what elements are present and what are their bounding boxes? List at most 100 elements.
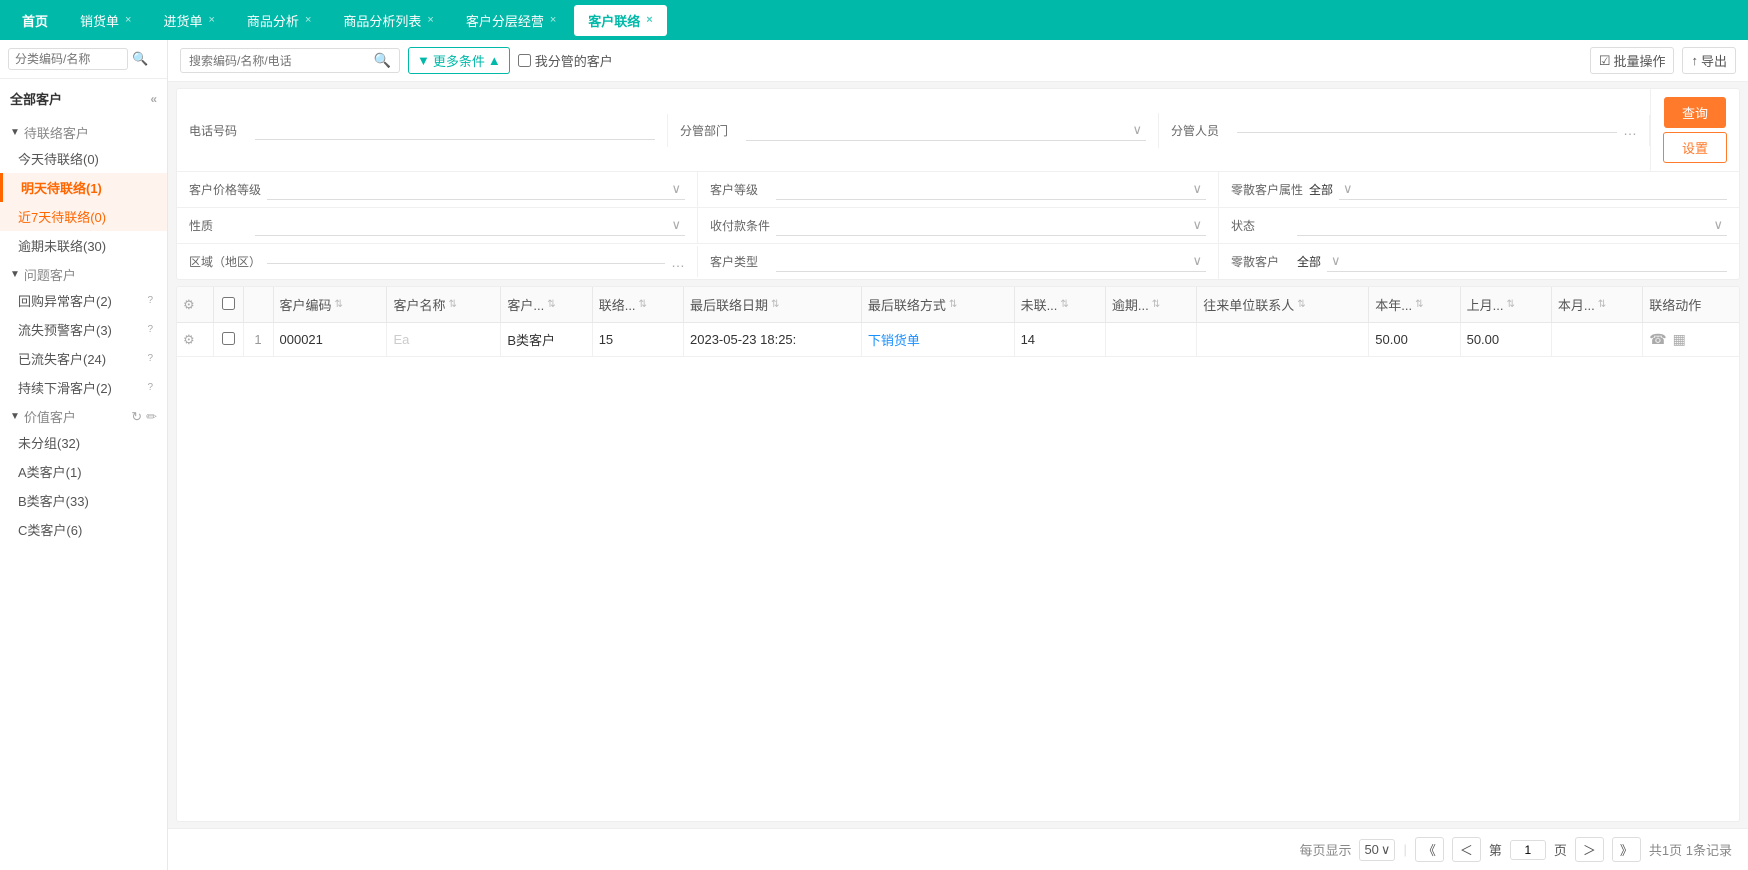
filter-manager-label: 分管人员	[1171, 122, 1231, 139]
question-icon-2: ?	[147, 324, 153, 335]
filter-customer-grade-select[interactable]: ∨	[776, 179, 1206, 200]
page-number-input[interactable]	[1510, 840, 1546, 860]
sort-icon-4[interactable]: ⇅	[639, 299, 647, 310]
filter-nature-select[interactable]: ∨	[255, 215, 685, 236]
sidebar-item-churn-warning[interactable]: 流失预警客户(3) ?	[0, 315, 167, 344]
filter-nature-cell: 性质 ∨	[177, 208, 698, 243]
sidebar-item-declining[interactable]: 持续下滑客户(2) ?	[0, 373, 167, 402]
more-conditions-button[interactable]: ▼ 更多条件 ▲	[408, 47, 510, 74]
sidebar-item-repurchase[interactable]: 回购异常客户(2) ?	[0, 286, 167, 315]
nav-analysis-close[interactable]: ×	[305, 14, 311, 26]
gear-icon[interactable]: ⚙	[183, 332, 195, 347]
batch-ops-button[interactable]: ☑ 批量操作	[1590, 47, 1675, 74]
nav-customer-contact[interactable]: 客户联络 ×	[574, 5, 666, 36]
filter-manager-input[interactable]	[1237, 128, 1617, 133]
sort-icon[interactable]: ⇅	[335, 299, 343, 310]
sidebar-item-a-class[interactable]: A类客户(1)	[0, 457, 167, 486]
set-button[interactable]: 设置	[1663, 132, 1727, 163]
sort-icon-12[interactable]: ⇅	[1598, 299, 1606, 310]
filter-status-cell: 状态 ∨	[1219, 208, 1739, 243]
nav-home[interactable]: 首页	[8, 5, 62, 36]
sidebar-item-tomorrow[interactable]: 明天待联络(1)	[0, 173, 167, 202]
sort-icon-8[interactable]: ⇅	[1152, 299, 1160, 310]
sort-icon-3[interactable]: ⇅	[547, 299, 555, 310]
toolbar-search-box[interactable]: 🔍	[180, 48, 400, 73]
sort-icon-2[interactable]: ⇅	[448, 299, 456, 310]
sidebar-item-b-class[interactable]: B类客户(33)	[0, 486, 167, 515]
nav-customer-layer[interactable]: 客户分层经营 ×	[452, 5, 570, 36]
nav-analysis-list[interactable]: 商品分析列表 ×	[329, 5, 447, 36]
sort-icon-5[interactable]: ⇅	[771, 299, 779, 310]
toolbar-search-icon[interactable]: 🔍	[374, 52, 391, 69]
sidebar-item-churned[interactable]: 已流失客户(24) ?	[0, 344, 167, 373]
filter-region-dots[interactable]: …	[671, 254, 685, 270]
filter-manager-dots[interactable]: …	[1623, 122, 1637, 138]
sort-icon-9[interactable]: ⇅	[1297, 299, 1305, 310]
sort-icon-7[interactable]: ⇅	[1060, 299, 1068, 310]
sidebar-item-week7[interactable]: 近7天待联络(0)	[0, 202, 167, 231]
batch-ops-label: 批量操作	[1613, 51, 1665, 70]
filter-status-select[interactable]: ∨	[1297, 215, 1727, 236]
next-page-button[interactable]: ＞	[1575, 837, 1604, 862]
filter-retail-select[interactable]: ∨	[1327, 251, 1727, 272]
col-this-year-label: 本年...	[1375, 295, 1412, 314]
col-contacts-label: 联络...	[599, 295, 636, 314]
sidebar-item-c-class[interactable]: C类客户(6)	[0, 515, 167, 544]
row-settings-icon[interactable]: ⚙	[177, 323, 213, 357]
filter-dept-select[interactable]: ∨	[746, 120, 1146, 141]
filter-phone-label: 电话号码	[189, 122, 249, 139]
export-button[interactable]: ↑ 导出	[1682, 47, 1736, 74]
sidebar-search-input[interactable]	[8, 48, 128, 70]
filter-payment-select[interactable]: ∨	[776, 215, 1206, 236]
filter-phone-cell: 电话号码	[177, 114, 668, 147]
value-edit-icon[interactable]: ✏	[146, 409, 157, 425]
filter-customer-type-select[interactable]: ∨	[776, 251, 1206, 272]
nav-sales-close[interactable]: ×	[125, 14, 131, 26]
th-name: 客户名称 ⇅	[387, 287, 501, 323]
table-body: ⚙ 1 000021 Ea B类客户 15 2023-05-23 18:25: …	[177, 323, 1739, 357]
page-size-select[interactable]: 50 ∨	[1359, 839, 1395, 861]
sidebar-item-today[interactable]: 今天待联络(0)	[0, 144, 167, 173]
sort-icon-6[interactable]: ⇅	[949, 299, 957, 310]
toolbar: 🔍 ▼ 更多条件 ▲ 我分管的客户 ☑ 批量操作 ↑ 导出	[168, 40, 1748, 82]
sidebar-search-icon[interactable]: 🔍	[132, 51, 148, 67]
nav-purchase[interactable]: 进货单 ×	[149, 5, 228, 36]
filter-phone-input[interactable]	[255, 121, 655, 140]
my-customers-checkbox[interactable]: 我分管的客户	[518, 51, 613, 70]
select-all-checkbox[interactable]	[222, 297, 235, 310]
query-button[interactable]: 查询	[1664, 97, 1726, 128]
sort-icon-10[interactable]: ⇅	[1415, 299, 1423, 310]
nav-analysis-list-close[interactable]: ×	[427, 14, 433, 26]
sort-icon-11[interactable]: ⇅	[1506, 299, 1514, 310]
chevron-down-icon-4: ∨	[1343, 181, 1353, 197]
sidebar-item-ungroup[interactable]: 未分组(32)	[0, 428, 167, 457]
filter-region-input[interactable]	[267, 259, 665, 264]
col-last-month-label: 上月...	[1467, 295, 1504, 314]
page-label: 第	[1489, 840, 1502, 859]
row-this-year: 50.00	[1369, 323, 1460, 357]
filter-price-grade-select[interactable]: ∨	[267, 179, 685, 200]
nav-purchase-close[interactable]: ×	[208, 14, 214, 26]
sidebar-item-overdue[interactable]: 逾期未联络(30)	[0, 231, 167, 260]
nav-customer-layer-close[interactable]: ×	[550, 14, 556, 26]
sidebar-all-customers[interactable]: 全部客户 «	[0, 83, 167, 114]
action-menu-icon[interactable]: ▦	[1673, 331, 1686, 348]
my-customers-check[interactable]	[518, 54, 531, 67]
nav-customer-contact-close[interactable]: ×	[646, 14, 652, 26]
row-checkbox[interactable]	[222, 332, 235, 345]
settings-icon[interactable]: ⚙	[183, 297, 195, 312]
export-icon: ↑	[1691, 53, 1698, 68]
last-page-button[interactable]: 》	[1612, 837, 1641, 862]
nav-analysis[interactable]: 商品分析 ×	[233, 5, 325, 36]
row-checkbox-cell[interactable]	[213, 323, 243, 357]
last-method-link[interactable]: 下销货单	[868, 333, 920, 348]
action-phone-icon[interactable]: ☎	[1649, 331, 1666, 348]
prev-page-button[interactable]: ＜	[1452, 837, 1481, 862]
nav-sales[interactable]: 销货单 ×	[66, 5, 145, 36]
filter-retail-attr-value: 全部	[1309, 181, 1333, 198]
value-refresh-icon[interactable]: ↻	[131, 409, 142, 425]
filter-retail-attr-cell: 零散客户属性 全部 ∨	[1219, 172, 1739, 207]
toolbar-search-input[interactable]	[189, 54, 370, 68]
first-page-button[interactable]: 《	[1415, 837, 1444, 862]
filter-retail-attr-select[interactable]: ∨	[1339, 179, 1727, 200]
